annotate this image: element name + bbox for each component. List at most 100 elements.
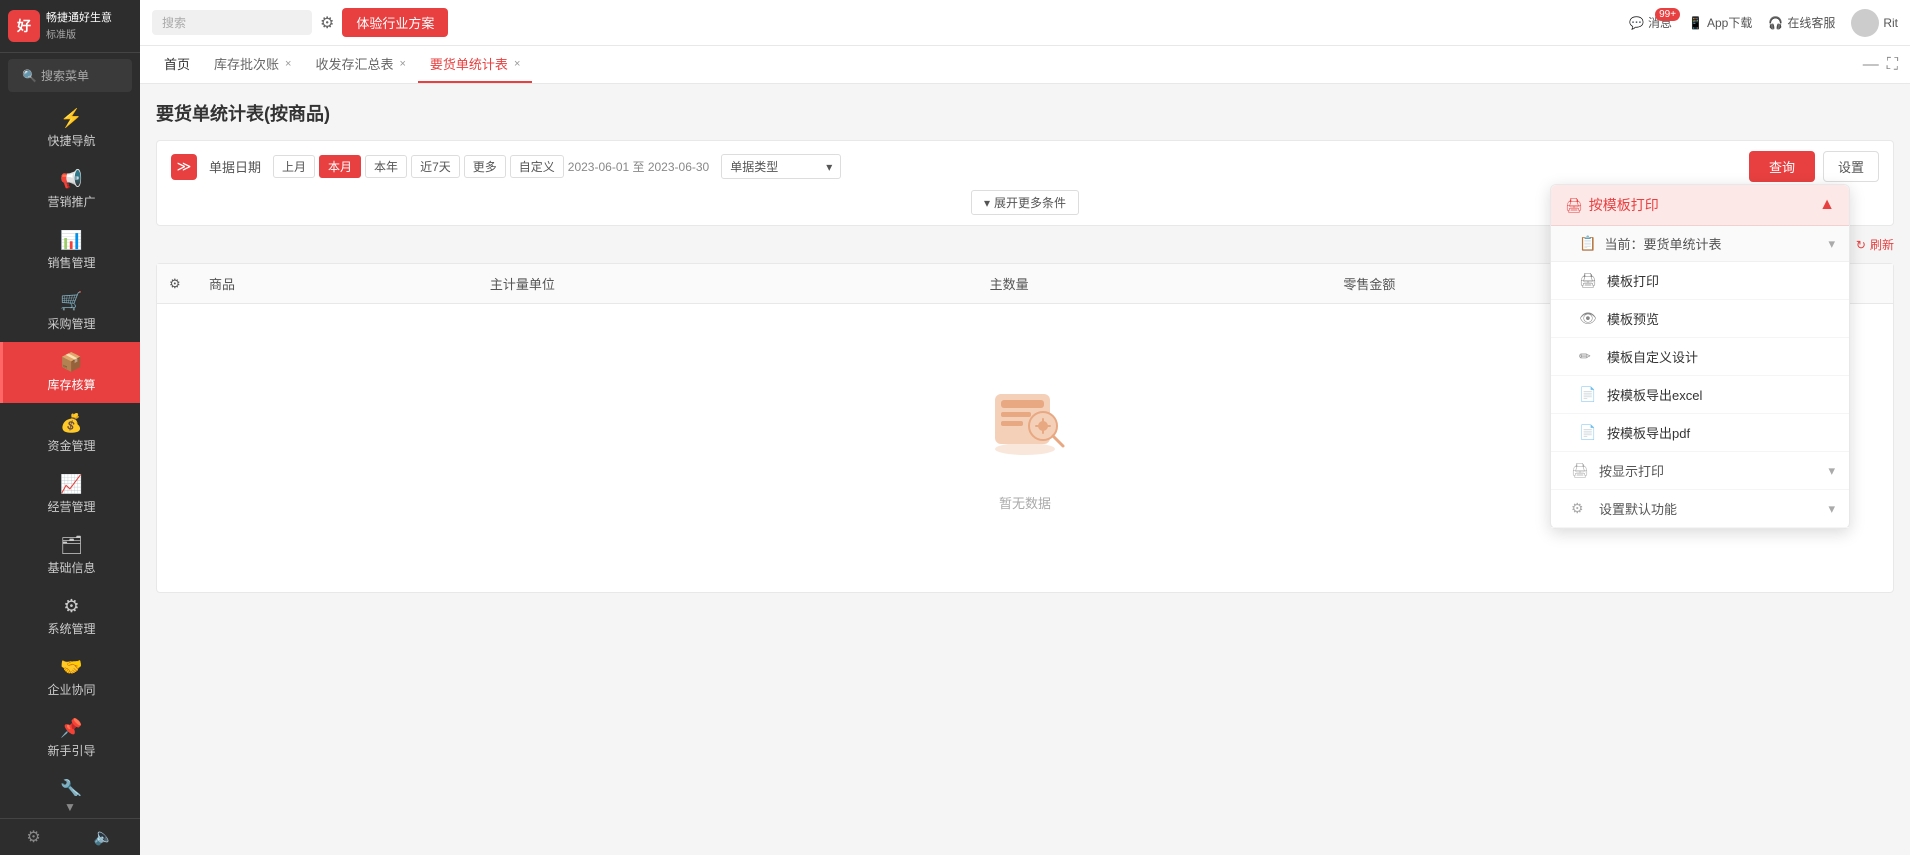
date-btn-this-month[interactable]: 本月 — [319, 155, 361, 178]
current-template-label: 当前：要货单统计表 — [1604, 234, 1721, 253]
current-template-item: 📋 当前：要货单统计表 ▾ — [1551, 226, 1849, 262]
dropdown-item-export-pdf[interactable]: 📄 按模板导出pdf — [1551, 414, 1849, 452]
avatar-image — [1851, 9, 1879, 37]
sidebar-item-label: 销售管理 — [47, 254, 95, 271]
settings-button[interactable]: 设置 — [1823, 151, 1879, 182]
online-service-button[interactable]: 🎧 在线客服 — [1768, 14, 1835, 31]
chevron-down-icon: ▼ — [64, 800, 76, 814]
sidebar-item-sales[interactable]: 📊 销售管理 — [0, 220, 140, 281]
display-print-icon: 🖨 — [1571, 462, 1589, 479]
sidebar-item-system[interactable]: ⚙ 系统管理 — [0, 586, 140, 647]
home-tab-label: 首页 — [164, 54, 190, 73]
settings-icon[interactable]: ⚙ — [26, 827, 40, 847]
tab-order-stats[interactable]: 要货单统计表 × — [418, 46, 532, 83]
sidebar-search[interactable]: 🔍 搜索菜单 — [8, 59, 132, 92]
window-minimize-icon[interactable]: — — [1863, 56, 1879, 74]
sidebar-item-purchase[interactable]: 🛒 采购管理 — [0, 281, 140, 342]
volume-icon[interactable]: 🔈 — [94, 827, 114, 847]
content-area: 要货单统计表(按商品) ≫ 单据日期 上月 本月 本年 近7天 更多 自定义 2… — [140, 84, 1910, 855]
filter-collapse-btn[interactable]: ≫ — [171, 154, 197, 180]
template-preview-icon: 👁 — [1579, 310, 1597, 327]
date-btn-more[interactable]: 更多 — [464, 155, 506, 178]
date-btn-7days[interactable]: 近7天 — [411, 155, 460, 178]
dropdown-item-template-design[interactable]: ✏ 模板自定义设计 — [1551, 338, 1849, 376]
sidebar-item-quick-nav[interactable]: ⚡ 快捷导航 — [0, 98, 140, 159]
topbar-right: 💬 消息 99+ 📱 App下载 🎧 在线客服 Rit — [1629, 9, 1898, 37]
sidebar-item-label: 基础信息 — [47, 559, 95, 576]
table-settings-col[interactable]: ⚙ — [157, 264, 197, 304]
receipt-summary-label: 收发存汇总表 — [315, 54, 393, 73]
service-icon: 🎧 — [1768, 16, 1783, 30]
sidebar-item-finance[interactable]: 💰 资金管理 — [0, 403, 140, 464]
date-options: 上月 本月 本年 近7天 更多 自定义 2023-06-01 至 2023-06… — [273, 155, 709, 178]
sidebar-item-base[interactable]: 🗂 基础信息 — [0, 525, 140, 586]
tab-close-order-stats[interactable]: × — [514, 58, 520, 70]
sidebar-item-label: 资金管理 — [47, 437, 95, 454]
trial-button[interactable]: 体验行业方案 — [342, 8, 448, 37]
topbar-left: 搜索 ⚙ 体验行业方案 — [152, 8, 1629, 37]
refresh-btn[interactable]: ↻ 刷新 — [1856, 236, 1894, 253]
refresh-icon: ↻ — [1856, 238, 1866, 252]
dropdown-close-btn[interactable]: ▲ — [1819, 196, 1835, 214]
current-icon: 📋 — [1579, 235, 1596, 252]
sidebar-scroll-down[interactable]: ▼ — [0, 796, 140, 818]
dropdown-item-export-excel[interactable]: 📄 按模板导出excel — [1551, 376, 1849, 414]
message-button[interactable]: 💬 消息 99+ — [1629, 14, 1672, 31]
sidebar-item-label: 库存核算 — [47, 376, 95, 393]
query-button[interactable]: 查询 — [1749, 151, 1815, 182]
tab-receipt-summary[interactable]: 收发存汇总表 × — [303, 46, 417, 83]
dropdown-item-template-preview[interactable]: 👁 模板预览 — [1551, 300, 1849, 338]
message-badge: 99+ — [1655, 8, 1680, 21]
sidebar-item-marketing[interactable]: 📢 营销推广 — [0, 159, 140, 220]
inventory-batch-label: 库存批次账 — [214, 54, 279, 73]
dropdown-item-template-print[interactable]: 🖨 模板打印 — [1551, 262, 1849, 300]
user-avatar[interactable]: Rit — [1851, 9, 1898, 37]
purchase-icon: 🛒 — [60, 291, 82, 312]
topbar-settings-icon[interactable]: ⚙ — [320, 13, 334, 33]
dropdown-header: 🖨 按模板打印 ▲ — [1551, 185, 1849, 226]
chevron-down-icon: ▾ — [826, 160, 832, 174]
system-icon: ⚙ — [63, 596, 79, 617]
sidebar-item-operations[interactable]: 📈 经营管理 — [0, 464, 140, 525]
chevron-down-icon: ▾ — [984, 196, 990, 210]
dropdown-item-default-func[interactable]: ⚙ 设置默认功能 ▾ — [1551, 490, 1849, 528]
apps-icon: 🔧 — [60, 779, 82, 796]
expand-more-btn[interactable]: ▾ 展开更多条件 — [971, 190, 1079, 215]
order-type-select[interactable]: 单据类型 ▾ — [721, 154, 841, 179]
quick-nav-icon: ⚡ — [60, 108, 82, 129]
app-download-label: App下载 — [1707, 14, 1752, 31]
dropdown-title: 按模板打印 — [1589, 195, 1659, 215]
template-preview-label: 模板预览 — [1607, 309, 1659, 328]
tab-home[interactable]: 首页 — [152, 46, 202, 83]
sidebar-item-guide[interactable]: 📌 新手引导 — [0, 708, 140, 769]
window-maximize-icon[interactable]: ⛶ — [1887, 56, 1898, 74]
default-func-icon: ⚙ — [1571, 500, 1589, 517]
top-search-box[interactable]: 搜索 — [152, 10, 312, 35]
sidebar-item-inventory[interactable]: 📦 库存核算 — [0, 342, 140, 403]
tab-close-receipt-summary[interactable]: × — [399, 58, 405, 70]
col-unit: 主计量单位 — [478, 264, 978, 304]
logo-icon: 好 — [8, 10, 40, 42]
template-design-icon: ✏ — [1579, 348, 1597, 365]
date-btn-last-month[interactable]: 上月 — [273, 155, 315, 178]
search-icon: 🔍 — [22, 69, 37, 83]
template-design-label: 模板自定义设计 — [1607, 347, 1698, 366]
sidebar-item-enterprise[interactable]: 🤝 企业协同 — [0, 647, 140, 708]
dropdown-item-display-print[interactable]: 🖨 按显示打印 ▾ — [1551, 452, 1849, 490]
download-icon: 📱 — [1688, 16, 1703, 30]
sidebar-logo: 好 畅捷通好生意 标准版 — [0, 0, 140, 53]
tab-inventory-batch[interactable]: 库存批次账 × — [202, 46, 303, 83]
base-icon: 🗂 — [60, 535, 83, 556]
guide-icon: 📌 — [60, 718, 82, 739]
export-excel-icon: 📄 — [1579, 386, 1597, 403]
sidebar-item-apps[interactable]: 🔧 应用中心 — [0, 769, 140, 796]
sidebar-item-label: 采购管理 — [47, 315, 95, 332]
empty-text: 暂无数据 — [999, 493, 1051, 512]
date-btn-custom[interactable]: 自定义 — [510, 155, 564, 178]
tab-close-inventory-batch[interactable]: × — [285, 58, 291, 70]
app-download-button[interactable]: 📱 App下载 — [1688, 14, 1752, 31]
date-btn-this-year[interactable]: 本年 — [365, 155, 407, 178]
tabbar: 首页 库存批次账 × 收发存汇总表 × 要货单统计表 × — ⛶ — [140, 46, 1910, 84]
sidebar: 好 畅捷通好生意 标准版 🔍 搜索菜单 ⚡ 快捷导航 📢 营销推广 📊 销售管理… — [0, 0, 140, 855]
empty-icon — [975, 364, 1075, 483]
